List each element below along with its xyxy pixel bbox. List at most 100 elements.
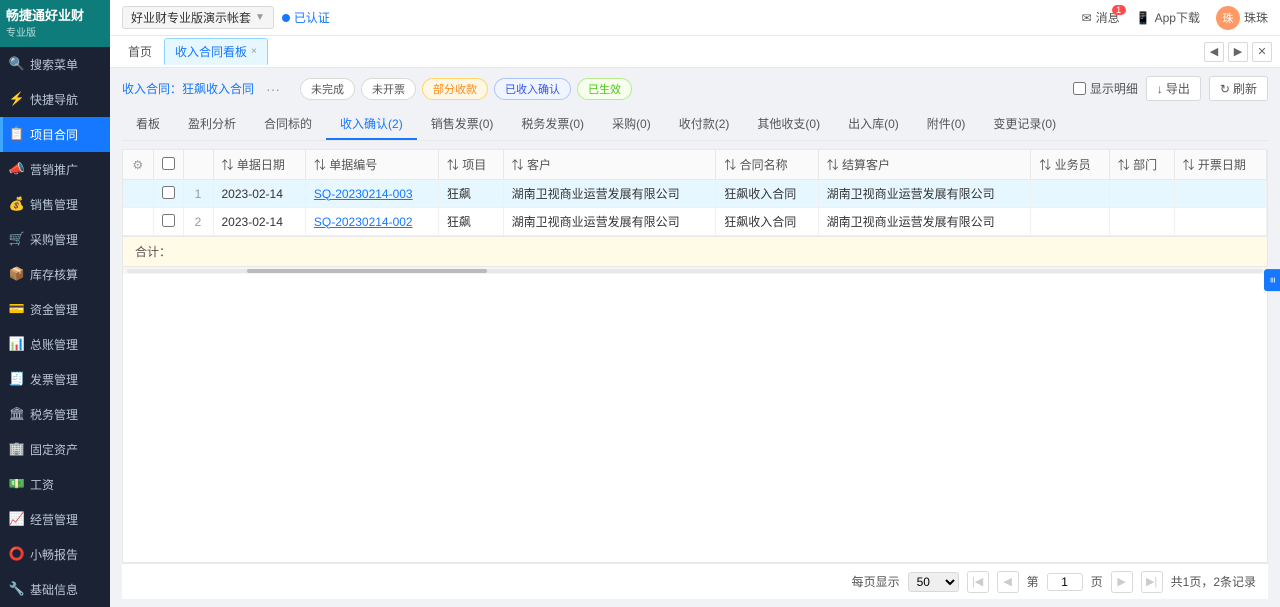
sidebar-item-13[interactable]: 📈经营管理 bbox=[0, 502, 110, 537]
tab-nav-buttons: ◀ ▶ ✕ bbox=[1204, 42, 1272, 62]
app-download-label: App下载 bbox=[1155, 9, 1200, 26]
sub-tab-2[interactable]: 合同标的 bbox=[250, 109, 326, 140]
tab-close-icon[interactable]: × bbox=[251, 46, 257, 57]
sidebar-item-5[interactable]: 🛒采购管理 bbox=[0, 222, 110, 257]
col-settlement[interactable]: ⇅ 结算客户 bbox=[818, 150, 1031, 180]
pagination-next-button[interactable]: ▶ bbox=[1111, 571, 1133, 593]
row-checkbox-0[interactable] bbox=[153, 180, 183, 208]
sub-tab-6[interactable]: 采购(0) bbox=[598, 109, 665, 140]
status-button-4[interactable]: 已生效 bbox=[577, 78, 632, 100]
pagination-prev-button[interactable]: ◀ bbox=[997, 571, 1019, 593]
nav-label-11: 固定资产 bbox=[30, 441, 78, 458]
sub-tab-0[interactable]: 看板 bbox=[122, 109, 174, 140]
sidebar-item-7[interactable]: 💳资金管理 bbox=[0, 292, 110, 327]
nav-icon-2: 📋 bbox=[9, 126, 25, 142]
row-project-0: 狂飙 bbox=[438, 180, 503, 208]
sidebar-item-12[interactable]: 💵工资 bbox=[0, 467, 110, 502]
row-docno-link-1[interactable]: SQ-20230214-002 bbox=[314, 215, 413, 229]
horizontal-scrollbar[interactable] bbox=[123, 266, 1267, 274]
sidebar-item-14[interactable]: ⭕小畅报告 bbox=[0, 537, 110, 572]
row-checkbox-1[interactable] bbox=[153, 208, 183, 236]
tab-close-all-button[interactable]: ✕ bbox=[1252, 42, 1272, 62]
pagination-page-input[interactable] bbox=[1047, 573, 1083, 591]
col-date[interactable]: ⇅ 单据日期 bbox=[213, 150, 305, 180]
col-docno[interactable]: ⇅ 单据编号 bbox=[305, 150, 438, 180]
sidebar-item-4[interactable]: 💰销售管理 bbox=[0, 187, 110, 222]
app-download-button[interactable]: 📱 App下载 bbox=[1136, 9, 1200, 26]
col-contract[interactable]: ⇅ 合同名称 bbox=[716, 150, 818, 180]
show-detail-label: 显示明细 bbox=[1090, 80, 1138, 97]
nav-label-0: 搜索菜单 bbox=[30, 56, 78, 73]
sub-tab-3[interactable]: 收入确认(2) bbox=[326, 109, 417, 140]
checkbox-column[interactable] bbox=[153, 150, 183, 180]
status-button-0[interactable]: 未完成 bbox=[300, 78, 355, 100]
sidebar-item-0[interactable]: 🔍 搜索菜单 bbox=[0, 47, 110, 82]
col-dept[interactable]: ⇅ 部门 bbox=[1109, 150, 1174, 180]
sub-tab-7[interactable]: 收付款(2) bbox=[665, 109, 744, 140]
sidebar-item-11[interactable]: 🏢固定资产 bbox=[0, 432, 110, 467]
pagination-last-button[interactable]: ▶| bbox=[1141, 571, 1163, 593]
per-page-select[interactable]: 50 100 200 bbox=[908, 572, 959, 592]
pagination-page-label: 第 bbox=[1027, 573, 1039, 590]
row-dept-1 bbox=[1109, 208, 1174, 236]
status-button-1[interactable]: 未开票 bbox=[361, 78, 416, 100]
right-panel-toggle[interactable]: ≡ bbox=[1264, 269, 1280, 291]
col-salesman[interactable]: ⇅ 业务员 bbox=[1031, 150, 1110, 180]
page-title-name: 狂飙收入合同 bbox=[182, 82, 254, 96]
sidebar-item-6[interactable]: 📦库存核算 bbox=[0, 257, 110, 292]
row-project-1: 狂飙 bbox=[438, 208, 503, 236]
refresh-button[interactable]: ↻ 刷新 bbox=[1209, 76, 1268, 101]
col-invoice-date[interactable]: ⇅ 开票日期 bbox=[1174, 150, 1266, 180]
sub-tab-10[interactable]: 附件(0) bbox=[913, 109, 980, 140]
sub-tab-9[interactable]: 出入库(0) bbox=[834, 109, 913, 140]
sub-tab-11[interactable]: 变更记录(0) bbox=[979, 109, 1070, 140]
more-button[interactable]: ··· bbox=[262, 81, 284, 97]
status-button-3[interactable]: 已收入确认 bbox=[494, 78, 571, 100]
row-docno-1[interactable]: SQ-20230214-002 bbox=[305, 208, 438, 236]
sidebar: 畅捷通好业财 专业版 🔍搜索菜单⚡快捷导航📋项目合同📣营销推广💰销售管理🛒采购管… bbox=[0, 0, 110, 607]
nav-label-8: 总账管理 bbox=[30, 336, 78, 353]
sub-tab-5[interactable]: 税务发票(0) bbox=[507, 109, 598, 140]
sidebar-item-9[interactable]: 🧾发票管理 bbox=[0, 362, 110, 397]
sidebar-item-8[interactable]: 📊总账管理 bbox=[0, 327, 110, 362]
page-title-prefix: 收入合同： bbox=[122, 82, 182, 96]
select-all-checkbox[interactable] bbox=[162, 157, 175, 170]
settings-column[interactable]: ⚙ bbox=[123, 150, 153, 180]
row-docno-0[interactable]: SQ-20230214-003 bbox=[305, 180, 438, 208]
col-project[interactable]: ⇅ 项目 bbox=[438, 150, 503, 180]
tab-home[interactable]: 首页 bbox=[118, 39, 162, 64]
export-icon: ↓ bbox=[1157, 82, 1163, 96]
table-row[interactable]: 2 2023-02-14 SQ-20230214-002 狂飙 湖南卫视商业运营… bbox=[123, 208, 1267, 236]
refresh-icon: ↻ bbox=[1220, 82, 1230, 96]
nav-icon-12: 💵 bbox=[9, 476, 25, 492]
export-button[interactable]: ↓ 导出 bbox=[1146, 76, 1201, 101]
sidebar-item-1[interactable]: ⚡快捷导航 bbox=[0, 82, 110, 117]
nav-label-1: 快捷导航 bbox=[30, 91, 78, 108]
nav-icon-0: 🔍 bbox=[9, 56, 25, 72]
sidebar-item-10[interactable]: 🏛税务管理 bbox=[0, 397, 110, 432]
tab-prev-button[interactable]: ◀ bbox=[1204, 42, 1224, 62]
sidebar-item-15[interactable]: 🔧基础信息 bbox=[0, 572, 110, 607]
pagination-first-button[interactable]: |◀ bbox=[967, 571, 989, 593]
col-customer[interactable]: ⇅ 客户 bbox=[503, 150, 716, 180]
row-check-input-1[interactable] bbox=[162, 214, 175, 227]
table-row[interactable]: 1 2023-02-14 SQ-20230214-003 狂飙 湖南卫视商业运营… bbox=[123, 180, 1267, 208]
row-check-input-0[interactable] bbox=[162, 186, 175, 199]
sidebar-item-3[interactable]: 📣营销推广 bbox=[0, 152, 110, 187]
tab-next-button[interactable]: ▶ bbox=[1228, 42, 1248, 62]
company-selector[interactable]: 好业财专业版演示帐套 ▼ bbox=[122, 6, 274, 29]
status-button-2[interactable]: 部分收款 bbox=[422, 78, 488, 100]
sidebar-item-2[interactable]: 📋项目合同 bbox=[0, 117, 110, 152]
sub-tab-1[interactable]: 盈利分析 bbox=[174, 109, 250, 140]
scrollbar-thumb[interactable] bbox=[247, 269, 487, 273]
show-detail-input[interactable] bbox=[1073, 82, 1086, 95]
pagination-total-info: 共1页，2条记录 bbox=[1171, 573, 1256, 590]
show-detail-checkbox[interactable]: 显示明细 bbox=[1073, 80, 1138, 97]
user-menu[interactable]: 珠 珠珠 bbox=[1216, 6, 1268, 30]
message-button[interactable]: ✉ 1 消息 bbox=[1082, 9, 1120, 26]
tab-income-contract[interactable]: 收入合同看板 × bbox=[164, 38, 268, 65]
sub-tab-8[interactable]: 其他收支(0) bbox=[743, 109, 834, 140]
header-right-actions: 显示明细 ↓ 导出 ↻ 刷新 bbox=[1073, 76, 1268, 101]
row-docno-link-0[interactable]: SQ-20230214-003 bbox=[314, 187, 413, 201]
sub-tab-4[interactable]: 销售发票(0) bbox=[417, 109, 508, 140]
